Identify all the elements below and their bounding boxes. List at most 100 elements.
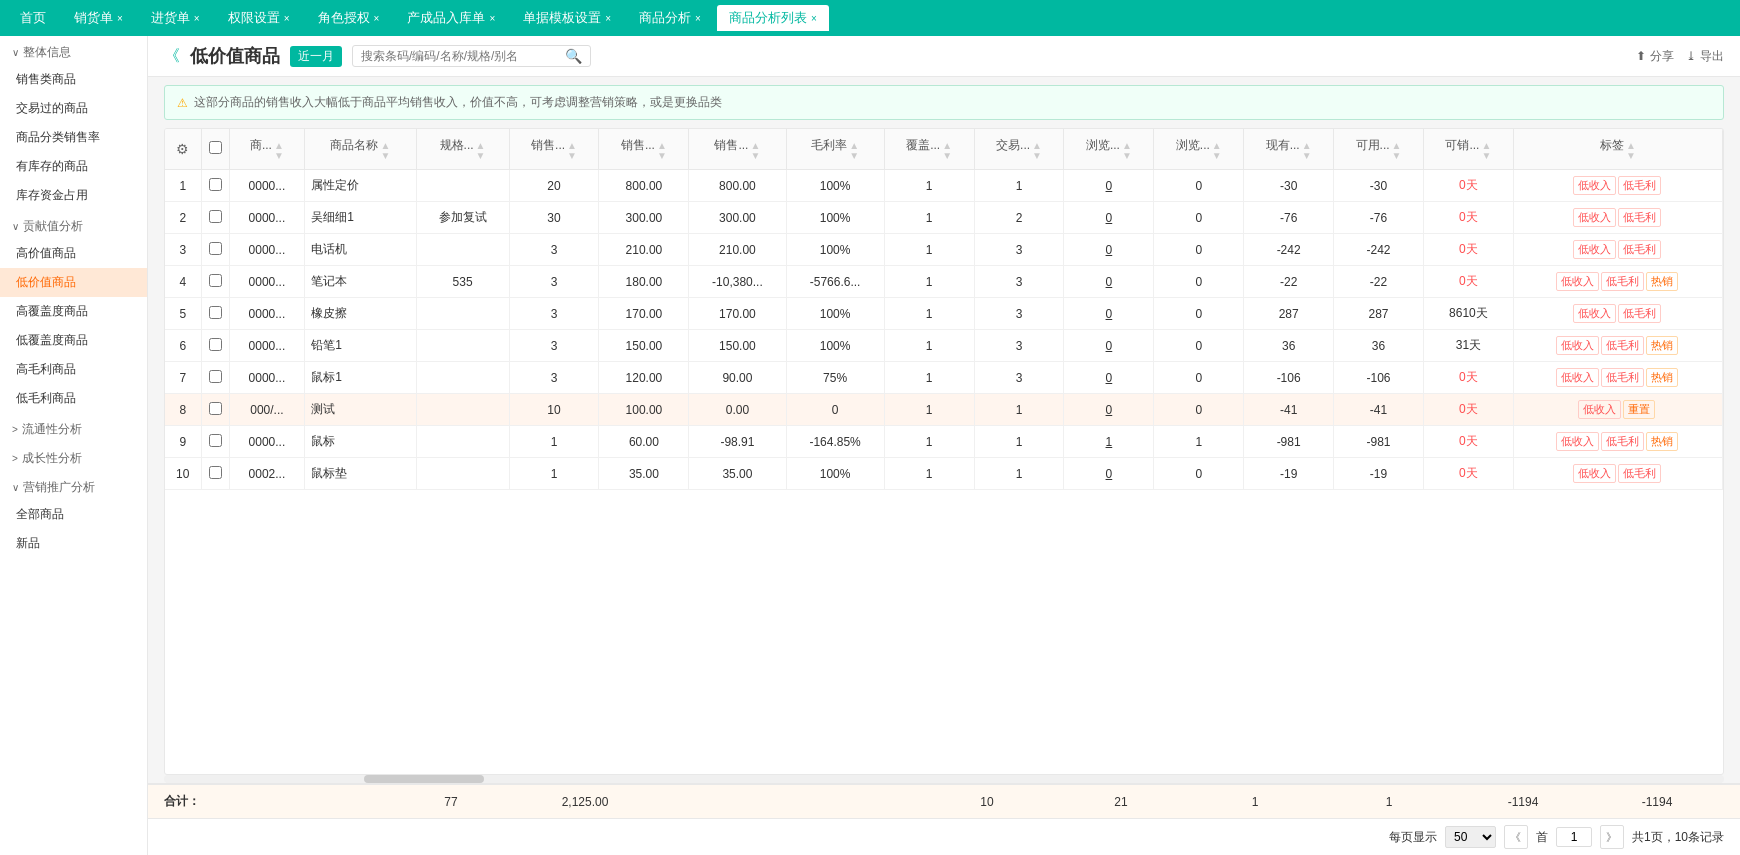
row-checkbox[interactable] bbox=[209, 370, 222, 383]
nav-tab-role[interactable]: 角色授权 × bbox=[306, 5, 392, 31]
next-page-button[interactable]: 》 bbox=[1600, 825, 1624, 849]
row-checkbox[interactable] bbox=[209, 306, 222, 319]
cell-checkbox[interactable] bbox=[201, 362, 229, 394]
sidebar-item-low-value[interactable]: 低价值商品 bbox=[0, 268, 147, 297]
cell-browse1[interactable]: 0 bbox=[1064, 202, 1154, 234]
cell-browse1[interactable]: 0 bbox=[1064, 330, 1154, 362]
row-checkbox[interactable] bbox=[209, 402, 222, 415]
cell-checkbox[interactable] bbox=[201, 266, 229, 298]
nav-tab-sales[interactable]: 销货单 × bbox=[62, 5, 135, 31]
row-checkbox[interactable] bbox=[209, 434, 222, 447]
settings-icon[interactable]: ⚙ bbox=[176, 141, 189, 157]
page-number-input[interactable] bbox=[1556, 827, 1592, 847]
first-page-button[interactable]: 《 bbox=[1504, 825, 1528, 849]
close-icon[interactable]: × bbox=[374, 13, 380, 24]
col-spec: 规格...▲▼ bbox=[416, 129, 509, 170]
cell-checkbox[interactable] bbox=[201, 330, 229, 362]
filter-tag-recent[interactable]: 近一月 bbox=[290, 46, 342, 67]
browse-link[interactable]: 0 bbox=[1106, 467, 1113, 481]
tag-badge: 低毛利 bbox=[1601, 336, 1644, 355]
sidebar-item-low-coverage[interactable]: 低覆盖度商品 bbox=[0, 326, 147, 355]
browse-link[interactable]: 0 bbox=[1106, 403, 1113, 417]
nav-tab-purchase[interactable]: 进货单 × bbox=[139, 5, 212, 31]
close-icon[interactable]: × bbox=[489, 13, 495, 24]
cell-checkbox[interactable] bbox=[201, 202, 229, 234]
cell-checkbox[interactable] bbox=[201, 234, 229, 266]
close-icon[interactable]: × bbox=[194, 13, 200, 24]
sidebar-collapse-icon[interactable]: 《 bbox=[164, 46, 180, 67]
sidebar-item-in-stock[interactable]: 有库存的商品 bbox=[0, 152, 147, 181]
table-wrapper[interactable]: ⚙ 商...▲▼ 商品名称▲▼ 规格...▲▼ 销售...▲▼ 销售...▲▼ … bbox=[164, 128, 1724, 775]
browse-link[interactable]: 0 bbox=[1106, 307, 1113, 321]
cell-checkbox[interactable] bbox=[201, 458, 229, 490]
cell-browse2: 0 bbox=[1154, 266, 1244, 298]
horizontal-scrollbar[interactable] bbox=[164, 775, 1724, 783]
sidebar-group-overall[interactable]: ∨ 整体信息 bbox=[0, 36, 147, 65]
sidebar-item-traded-goods[interactable]: 交易过的商品 bbox=[0, 94, 147, 123]
browse-link[interactable]: 0 bbox=[1106, 211, 1113, 225]
browse-link[interactable]: 0 bbox=[1106, 275, 1113, 289]
sidebar-item-low-gross[interactable]: 低毛利商品 bbox=[0, 384, 147, 413]
select-all-checkbox[interactable] bbox=[209, 141, 222, 154]
cell-browse1[interactable]: 0 bbox=[1064, 458, 1154, 490]
row-checkbox[interactable] bbox=[209, 210, 222, 223]
sidebar-group-circulation[interactable]: > 流通性分析 bbox=[0, 413, 147, 442]
cell-available: -19 bbox=[1334, 458, 1424, 490]
sidebar-item-sales-goods[interactable]: 销售类商品 bbox=[0, 65, 147, 94]
cell-checkbox[interactable] bbox=[201, 426, 229, 458]
row-checkbox[interactable] bbox=[209, 178, 222, 191]
export-button[interactable]: ⤓ 导出 bbox=[1686, 48, 1724, 65]
sidebar-item-category-rate[interactable]: 商品分类销售率 bbox=[0, 123, 147, 152]
sidebar-group-contribution[interactable]: ∨ 贡献值分析 bbox=[0, 210, 147, 239]
close-icon[interactable]: × bbox=[284, 13, 290, 24]
cell-browse1[interactable]: 0 bbox=[1064, 362, 1154, 394]
cell-checkbox[interactable] bbox=[201, 394, 229, 426]
sidebar-item-stock-funds[interactable]: 库存资金占用 bbox=[0, 181, 147, 210]
nav-tab-home[interactable]: 首页 bbox=[8, 5, 58, 31]
browse-link[interactable]: 0 bbox=[1106, 243, 1113, 257]
row-checkbox[interactable] bbox=[209, 466, 222, 479]
cell-checkbox[interactable] bbox=[201, 170, 229, 202]
close-icon[interactable]: × bbox=[605, 13, 611, 24]
sidebar-group-marketing[interactable]: ∨ 营销推广分析 bbox=[0, 471, 147, 500]
nav-tab-analysis[interactable]: 商品分析 × bbox=[627, 5, 713, 31]
search-input[interactable] bbox=[361, 49, 561, 63]
nav-tab-permission[interactable]: 权限设置 × bbox=[216, 5, 302, 31]
sidebar-item-high-coverage[interactable]: 高覆盖度商品 bbox=[0, 297, 147, 326]
nav-tab-warehouse[interactable]: 产成品入库单 × bbox=[395, 5, 507, 31]
close-icon[interactable]: × bbox=[117, 13, 123, 24]
row-checkbox[interactable] bbox=[209, 242, 222, 255]
cell-browse1[interactable]: 0 bbox=[1064, 298, 1154, 330]
cell-no: 8 bbox=[165, 394, 201, 426]
share-button[interactable]: ⬆ 分享 bbox=[1636, 48, 1674, 65]
nav-tab-template[interactable]: 单据模板设置 × bbox=[511, 5, 623, 31]
cell-browse1[interactable]: 0 bbox=[1064, 394, 1154, 426]
row-checkbox[interactable] bbox=[209, 338, 222, 351]
cell-browse1[interactable]: 1 bbox=[1064, 426, 1154, 458]
browse-link[interactable]: 0 bbox=[1106, 179, 1113, 193]
cell-browse1[interactable]: 0 bbox=[1064, 170, 1154, 202]
cell-checkbox[interactable] bbox=[201, 298, 229, 330]
sidebar-item-all-goods[interactable]: 全部商品 bbox=[0, 500, 147, 529]
col-checkbox[interactable] bbox=[201, 129, 229, 170]
sidebar-item-new-goods[interactable]: 新品 bbox=[0, 529, 147, 558]
browse-link[interactable]: 0 bbox=[1106, 339, 1113, 353]
col-id: 商...▲▼ bbox=[229, 129, 305, 170]
sidebar-item-high-value[interactable]: 高价值商品 bbox=[0, 239, 147, 268]
col-settings[interactable]: ⚙ bbox=[165, 129, 201, 170]
sidebar-item-high-gross[interactable]: 高毛利商品 bbox=[0, 355, 147, 384]
browse-link[interactable]: 1 bbox=[1106, 435, 1113, 449]
footer-label: 合计： bbox=[164, 793, 384, 810]
search-icon[interactable]: 🔍 bbox=[565, 48, 582, 64]
cell-browse1[interactable]: 0 bbox=[1064, 234, 1154, 266]
browse-link[interactable]: 0 bbox=[1106, 371, 1113, 385]
scrollbar-thumb[interactable] bbox=[364, 775, 484, 783]
close-icon[interactable]: × bbox=[695, 13, 701, 24]
nav-tab-analysis-list[interactable]: 商品分析列表 × bbox=[717, 5, 829, 31]
row-checkbox[interactable] bbox=[209, 274, 222, 287]
sidebar-group-growth[interactable]: > 成长性分析 bbox=[0, 442, 147, 471]
close-icon[interactable]: × bbox=[811, 13, 817, 24]
cell-gross: 100% bbox=[786, 170, 884, 202]
cell-browse1[interactable]: 0 bbox=[1064, 266, 1154, 298]
per-page-select[interactable]: 50 100 bbox=[1445, 826, 1496, 848]
